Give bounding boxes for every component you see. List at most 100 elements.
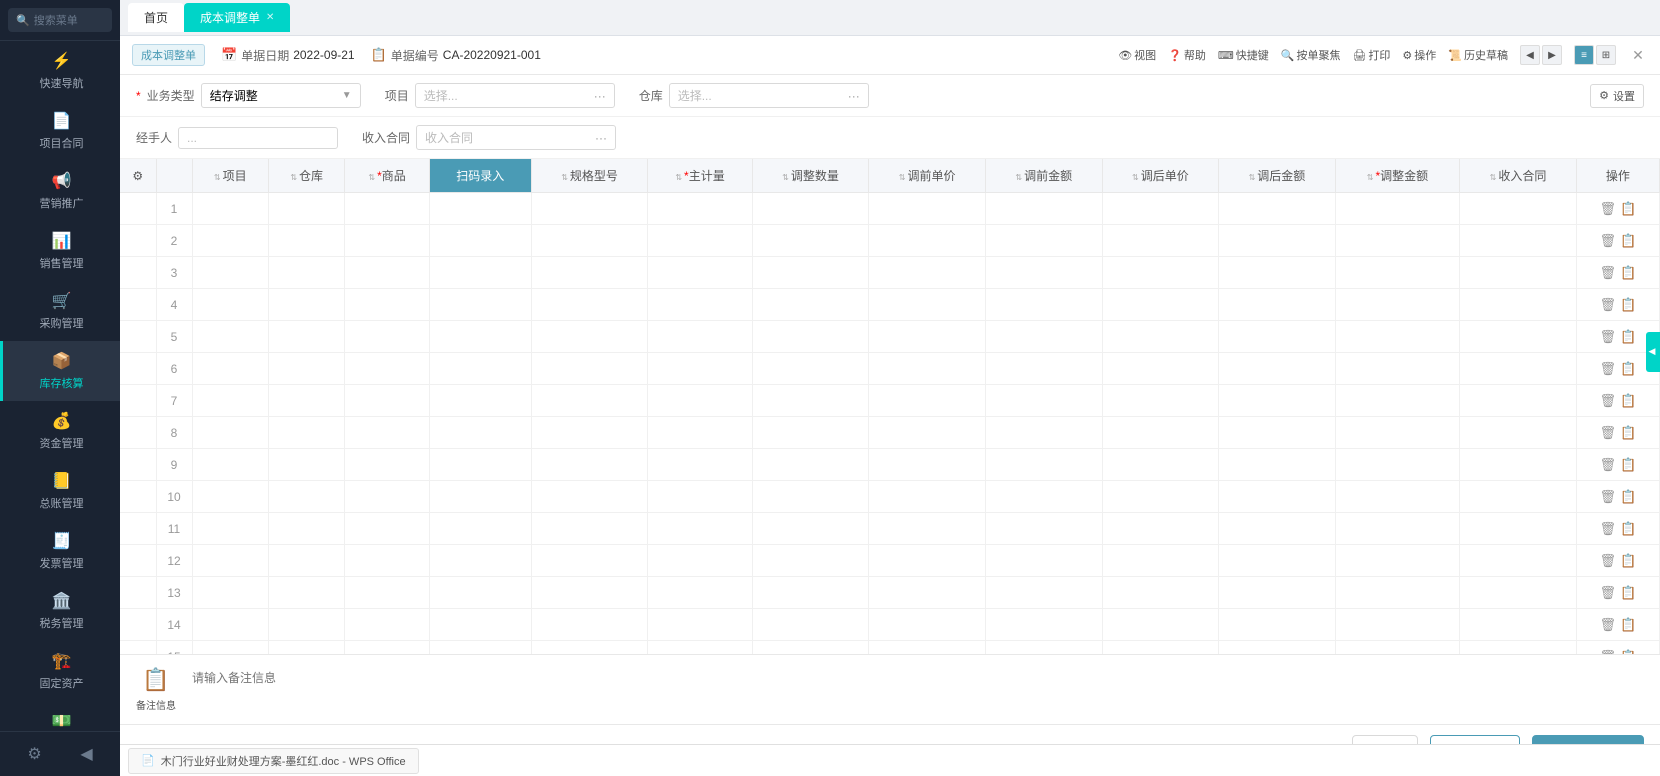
copy-icon[interactable]: 📋 [1620,553,1636,569]
table-cell[interactable] [192,577,268,609]
table-cell[interactable] [1460,577,1577,609]
table-cell[interactable] [1219,385,1336,417]
table-cell[interactable] [345,449,429,481]
note-input[interactable] [188,667,1644,689]
table-cell[interactable] [985,289,1102,321]
table-cell[interactable] [345,513,429,545]
table-cell[interactable] [429,289,531,321]
table-cell[interactable] [648,609,752,641]
table-cell[interactable] [1460,385,1577,417]
table-cell[interactable] [648,321,752,353]
table-cell[interactable] [1102,289,1219,321]
sidebar-item-fixed-assets[interactable]: 🏗️ 固定资产 [0,641,120,701]
table-cell[interactable] [192,257,268,289]
table-cell[interactable] [192,321,268,353]
table-cell[interactable] [985,609,1102,641]
sidebar-item-payroll[interactable]: 💵 工资 [0,701,120,731]
table-cell[interactable] [531,513,648,545]
table-cell[interactable] [345,417,429,449]
delete-icon[interactable]: 🗑 [1600,393,1617,409]
table-cell[interactable] [1219,289,1336,321]
table-cell[interactable] [869,641,986,655]
table-cell[interactable] [1335,641,1459,655]
col-scan-input[interactable]: 扫码录入 [429,159,531,193]
action-view[interactable]: 👁 视图 [1118,47,1156,63]
biz-type-select[interactable]: 结存调整 ▼ [201,83,361,108]
table-cell[interactable] [268,609,344,641]
table-cell[interactable] [648,513,752,545]
table-cell[interactable] [1460,321,1577,353]
table-cell[interactable] [1102,385,1219,417]
table-cell[interactable] [1335,353,1459,385]
sidebar-item-invoice[interactable]: 🧾 发票管理 [0,521,120,581]
table-cell[interactable] [985,545,1102,577]
table-cell[interactable] [1335,481,1459,513]
table-cell[interactable] [1219,417,1336,449]
table-cell[interactable] [345,193,429,225]
table-cell[interactable] [1102,481,1219,513]
green-side-button[interactable]: ◀ [1646,332,1660,372]
table-cell[interactable] [1219,545,1336,577]
action-help[interactable]: ❓ 帮助 [1168,47,1206,63]
table-cell[interactable] [192,481,268,513]
table-cell[interactable] [1460,289,1577,321]
table-cell[interactable] [1335,513,1459,545]
table-cell[interactable] [268,545,344,577]
table-cell[interactable] [429,513,531,545]
delete-icon[interactable]: 🗑 [1600,617,1617,633]
sidebar-item-quick-nav[interactable]: ⚡ 快速导航 [0,41,120,101]
table-cell[interactable] [268,641,344,655]
table-cell[interactable] [648,481,752,513]
table-cell[interactable] [752,641,869,655]
table-cell[interactable] [192,353,268,385]
table-cell[interactable] [192,417,268,449]
table-cell[interactable] [345,225,429,257]
copy-icon[interactable]: 📋 [1620,201,1636,217]
table-cell[interactable] [268,385,344,417]
table-cell[interactable] [429,353,531,385]
table-cell[interactable] [869,417,986,449]
table-cell[interactable] [345,481,429,513]
table-cell[interactable] [345,385,429,417]
table-cell[interactable] [345,641,429,655]
table-cell[interactable] [869,577,986,609]
close-panel-btn[interactable]: ✕ [1628,45,1648,65]
table-cell[interactable] [648,257,752,289]
table-cell[interactable] [985,321,1102,353]
table-cell[interactable] [869,481,986,513]
table-cell[interactable] [1335,321,1459,353]
table-cell[interactable] [268,513,344,545]
table-cell[interactable] [869,353,986,385]
table-cell[interactable] [752,257,869,289]
copy-icon[interactable]: 📋 [1620,265,1636,281]
tab-home[interactable]: 首页 [128,3,184,32]
table-cell[interactable] [429,577,531,609]
note-icon-block[interactable]: 📋 备注信息 [136,667,176,712]
table-cell[interactable] [429,225,531,257]
table-cell[interactable] [985,225,1102,257]
col-settings[interactable]: ⚙ [120,159,156,193]
income-contract-select[interactable]: 收入合同 ··· [416,125,616,150]
table-cell[interactable] [1335,417,1459,449]
table-cell[interactable] [531,577,648,609]
table-cell[interactable] [752,385,869,417]
table-cell[interactable] [531,417,648,449]
table-cell[interactable] [985,513,1102,545]
sidebar-item-project-contract[interactable]: 📄 项目合同 [0,101,120,161]
table-cell[interactable] [752,289,869,321]
search-box[interactable]: 🔍 搜索菜单 [8,8,112,32]
action-print[interactable]: 🖨 打印 [1352,47,1390,63]
table-cell[interactable] [648,353,752,385]
table-cell[interactable] [1335,545,1459,577]
table-cell[interactable] [531,481,648,513]
table-cell[interactable] [268,577,344,609]
table-cell[interactable] [531,545,648,577]
table-cell[interactable] [1219,577,1336,609]
table-cell[interactable] [869,385,986,417]
table-cell[interactable] [752,513,869,545]
delete-icon[interactable]: 🗑 [1600,329,1617,345]
table-cell[interactable] [192,641,268,655]
table-cell[interactable] [1219,609,1336,641]
copy-icon[interactable]: 📋 [1620,617,1636,633]
table-cell[interactable] [1335,449,1459,481]
